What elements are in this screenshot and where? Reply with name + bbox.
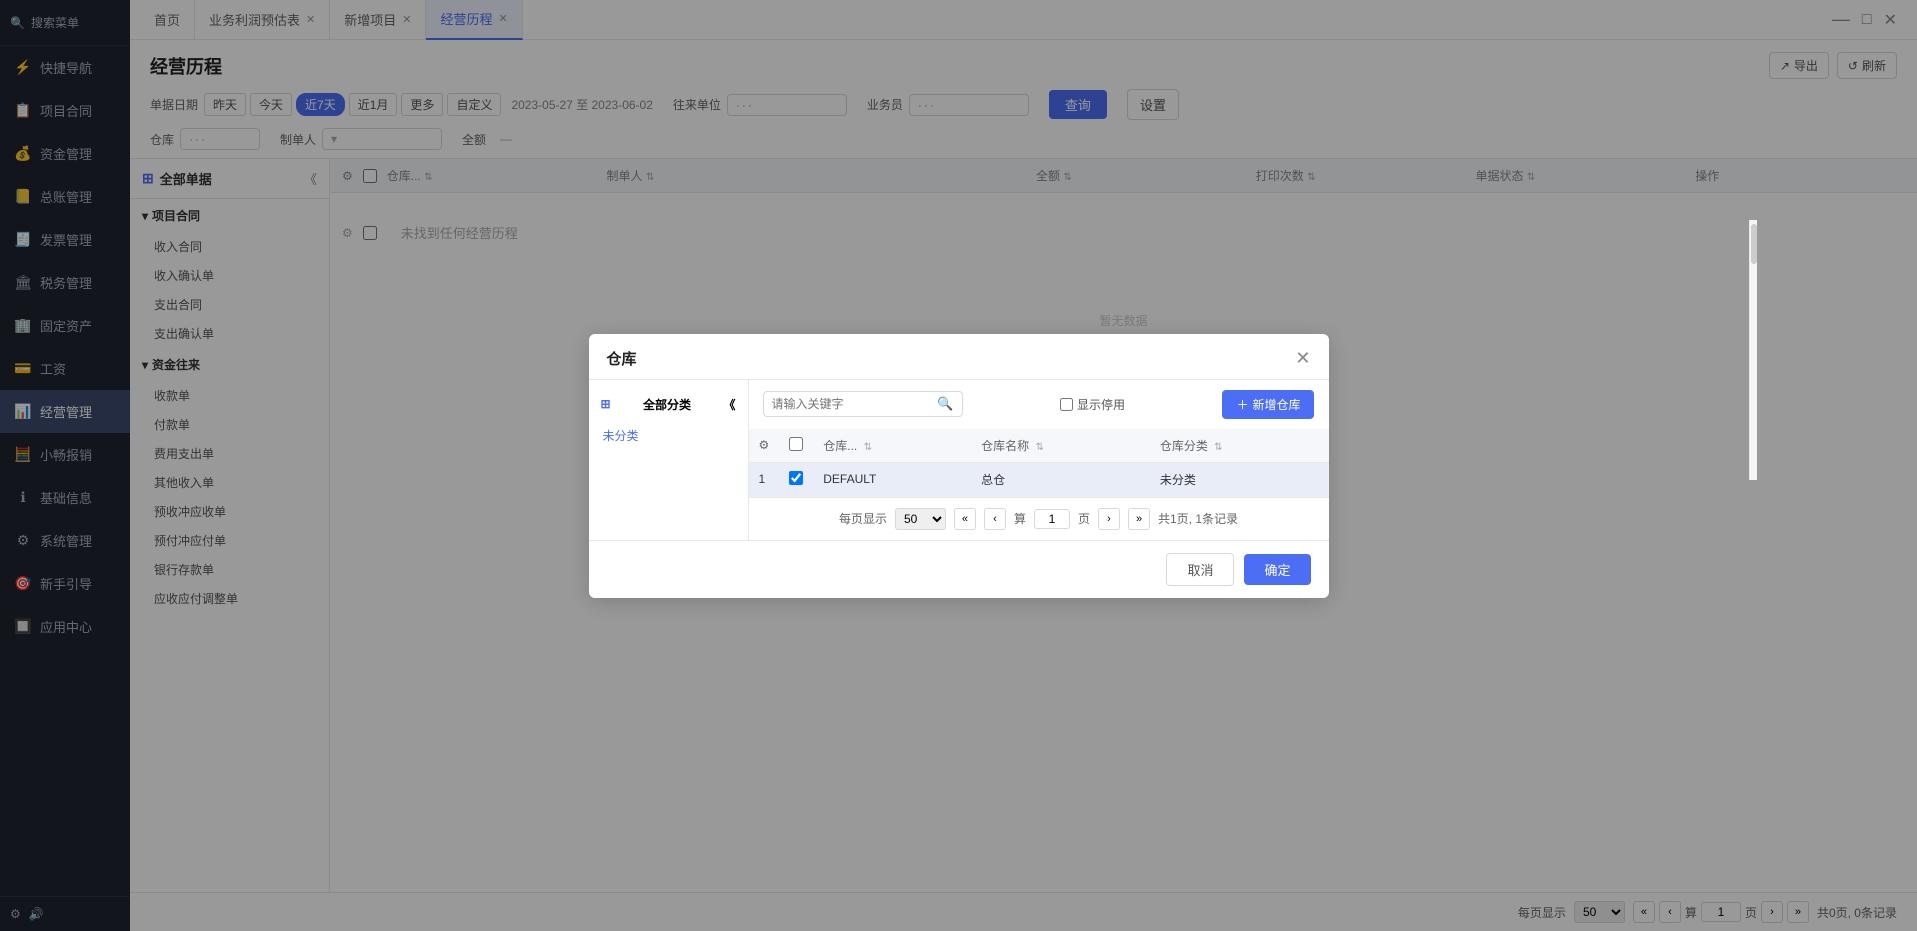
- th-check: [779, 429, 813, 463]
- unclassified-category[interactable]: 未分类: [589, 419, 748, 452]
- dialog-pagination: 每页显示 50 100 « ‹ 算 页 › » 共1页, 1条记录: [749, 497, 1329, 540]
- all-categories-icon: ⊞: [601, 397, 611, 411]
- dialog-next-btn[interactable]: ›: [1098, 508, 1120, 530]
- dialog-calc-label: 算: [1014, 510, 1026, 527]
- unclassified-label: 未分类: [603, 429, 639, 443]
- dialog-overlay[interactable]: 仓库 ✕ ⊞ 全部分类 《 未分类: [0, 0, 1917, 931]
- dialog-total: 共1页, 1条记录: [1158, 510, 1238, 527]
- add-warehouse-label: 新增仓库: [1252, 396, 1300, 413]
- dialog-title: 仓库: [607, 348, 637, 369]
- dialog-last-btn[interactable]: »: [1128, 508, 1150, 530]
- dialog-footer: 取消 确定: [589, 540, 1329, 598]
- dialog-table: ⚙ 仓库... ⇅ 仓库名称 ⇅ 仓库分类 ⇅ 1 DEFA: [749, 429, 1329, 497]
- dialog-per-page-label: 每页显示: [839, 510, 887, 527]
- dialog-close-btn[interactable]: ✕: [1295, 348, 1310, 369]
- row-num: 1: [749, 462, 780, 496]
- show-disabled-text: 显示停用: [1077, 396, 1125, 413]
- plus-icon: ＋: [1236, 396, 1248, 413]
- row-category: 未分类: [1150, 462, 1329, 496]
- dialog-body: ⊞ 全部分类 《 未分类 🔍: [589, 380, 1329, 540]
- row-name: 总仓: [971, 462, 1150, 496]
- row-code: DEFAULT: [813, 462, 971, 496]
- dialog-search-input[interactable]: [772, 397, 932, 411]
- dialog-search-icon: 🔍: [937, 396, 953, 412]
- table-body: 1 DEFAULT 总仓 未分类: [749, 462, 1329, 496]
- select-all[interactable]: [789, 437, 803, 451]
- all-categories-label: 全部分类: [643, 396, 691, 413]
- warehouse-table: ⚙ 仓库... ⇅ 仓库名称 ⇅ 仓库分类 ⇅ 1 DEFA: [749, 429, 1329, 497]
- dialog-toolbar: 🔍 显示停用 ＋ 新增仓库: [749, 380, 1329, 429]
- row-checkbox-1[interactable]: [789, 471, 803, 485]
- th-name[interactable]: 仓库名称 ⇅: [971, 429, 1150, 463]
- th-gear: ⚙: [749, 429, 780, 463]
- dialog-first-btn[interactable]: «: [954, 508, 976, 530]
- collapse-arrow[interactable]: 《: [723, 396, 735, 413]
- dialog-page-label: 页: [1078, 510, 1090, 527]
- dialog-per-page-select[interactable]: 50 100: [895, 508, 946, 530]
- show-disabled-checkbox[interactable]: [1060, 398, 1073, 411]
- dialog-page-input[interactable]: [1034, 509, 1070, 529]
- table-row[interactable]: 1 DEFAULT 总仓 未分类: [749, 462, 1329, 496]
- row-check[interactable]: [779, 462, 813, 496]
- add-warehouse-button[interactable]: ＋ 新增仓库: [1222, 390, 1314, 419]
- warehouse-dialog: 仓库 ✕ ⊞ 全部分类 《 未分类: [589, 334, 1329, 598]
- dialog-prev-btn[interactable]: ‹: [984, 508, 1006, 530]
- table-header: ⚙ 仓库... ⇅ 仓库名称 ⇅ 仓库分类 ⇅: [749, 429, 1329, 463]
- show-disabled-label[interactable]: 显示停用: [1060, 396, 1125, 413]
- cancel-button[interactable]: 取消: [1166, 553, 1234, 586]
- th-category[interactable]: 仓库分类 ⇅: [1150, 429, 1329, 463]
- dialog-right: 🔍 显示停用 ＋ 新增仓库: [749, 380, 1329, 540]
- dialog-search-box[interactable]: 🔍: [763, 391, 963, 417]
- dialog-header: 仓库 ✕: [589, 334, 1329, 380]
- th-code[interactable]: 仓库... ⇅: [813, 429, 971, 463]
- confirm-button[interactable]: 确定: [1244, 554, 1310, 585]
- all-categories-header[interactable]: ⊞ 全部分类 《: [589, 390, 748, 419]
- dialog-categories: ⊞ 全部分类 《 未分类: [589, 380, 749, 540]
